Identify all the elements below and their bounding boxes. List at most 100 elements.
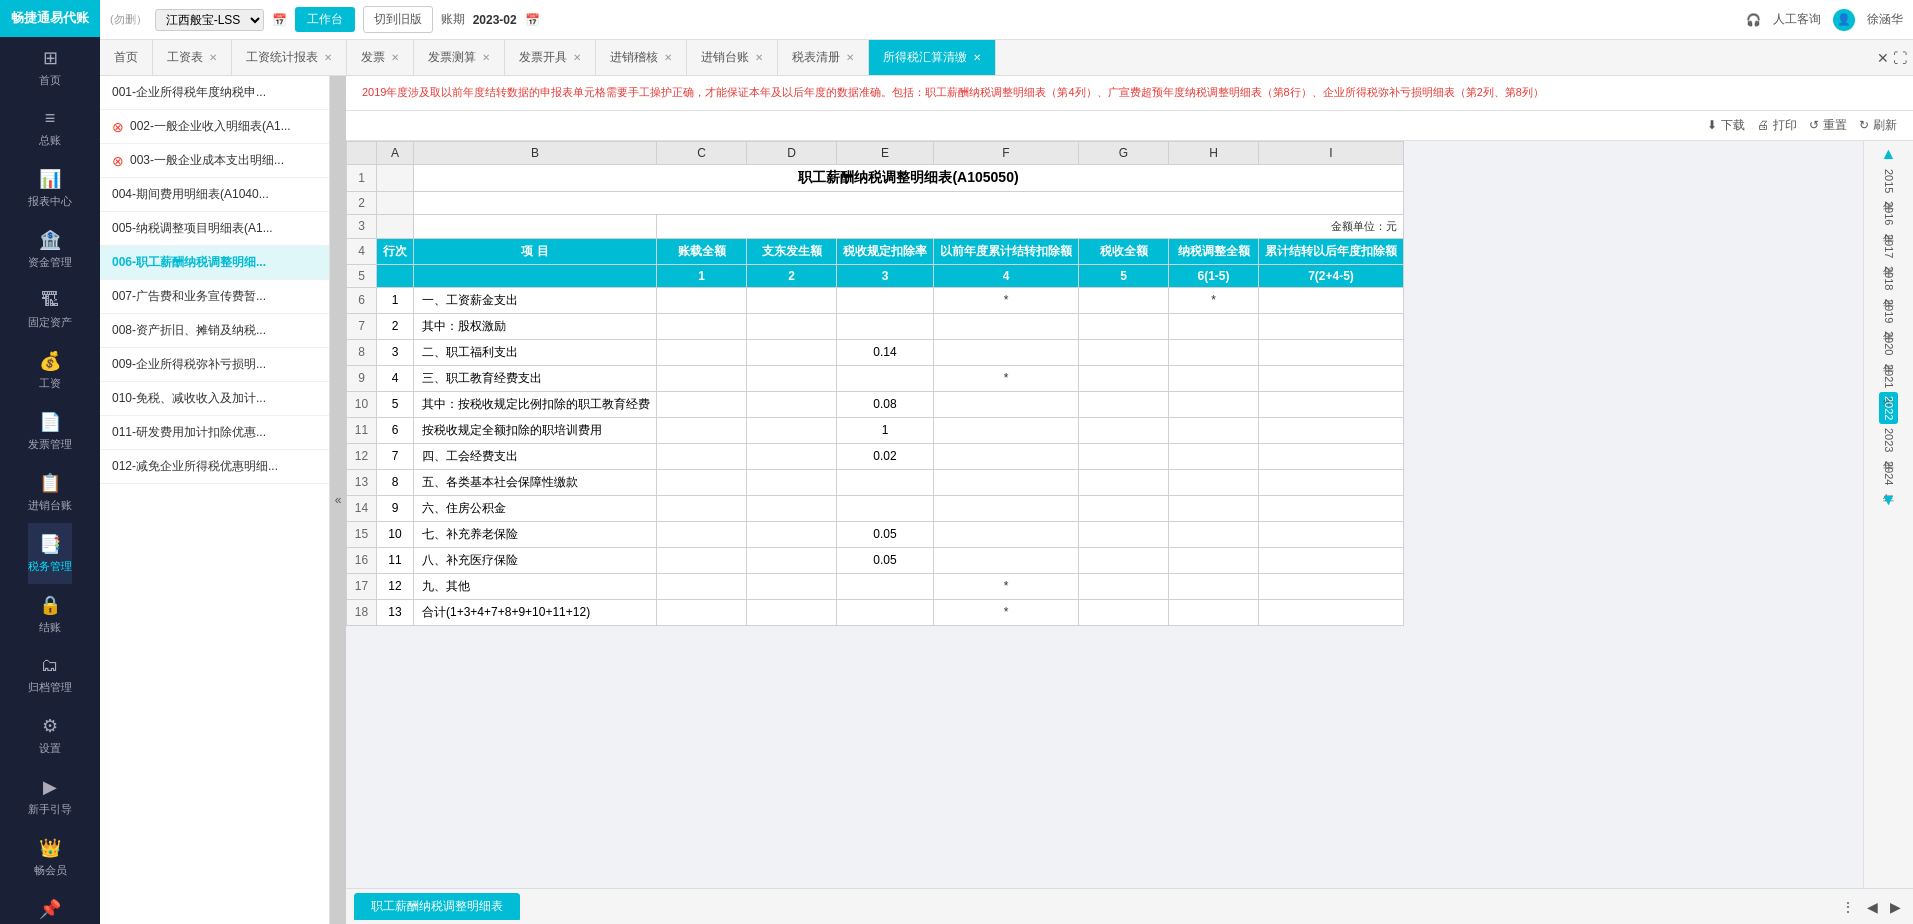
cell-label-2[interactable]: 二、职工福利支出 [414,339,657,365]
cell-d-4[interactable] [747,391,837,417]
sidebar-item-new-guide[interactable]: ▶新手引导 [28,766,72,827]
cell-c-2[interactable] [657,339,747,365]
tab-purchase-ledger[interactable]: 进销台账✕ [687,40,778,75]
tab-close-income-tax[interactable]: ✕ [973,52,981,63]
cell-seq-0[interactable]: 1 [377,287,414,313]
cell-seq-3[interactable]: 4 [377,365,414,391]
cell-d-5[interactable] [747,417,837,443]
cell-g-6[interactable] [1079,443,1169,469]
left-panel-item-005[interactable]: 005-纳税调整项目明细表(A1... [100,212,329,246]
cell-c-8[interactable] [657,495,747,521]
tab-home[interactable]: 首页 [100,40,153,75]
cell-d-2[interactable] [747,339,837,365]
tab-payroll[interactable]: 工资表✕ [153,40,232,75]
cell-d-1[interactable] [747,313,837,339]
cell-h-0[interactable]: * [1169,287,1259,313]
cell-d-0[interactable] [747,287,837,313]
cell-e-9[interactable]: 0.05 [837,521,934,547]
cell-seq-9[interactable]: 10 [377,521,414,547]
cell-f-6[interactable] [934,443,1079,469]
cell-d-11[interactable] [747,573,837,599]
company-select[interactable]: 江西般宝-LSS [155,9,264,31]
period-calendar-icon[interactable]: 📅 [525,13,540,27]
cell-c-3[interactable] [657,365,747,391]
download-button[interactable]: ⬇ 下载 [1707,117,1745,134]
year-item-2020年[interactable]: 2020年 [1879,327,1898,359]
cell-i-2[interactable] [1259,339,1404,365]
cell-h-6[interactable] [1169,443,1259,469]
left-panel-item-007[interactable]: 007-广告费和业务宣传费暂... [100,280,329,314]
cell-i-8[interactable] [1259,495,1404,521]
cell-i-12[interactable] [1259,599,1404,625]
year-item-2018年[interactable]: 2018年 [1879,262,1898,294]
left-panel-item-003[interactable]: ⊗003-一般企业成本支出明细... [100,144,329,178]
sidebar-item-settings[interactable]: ⚙设置 [28,705,72,766]
tab-invoice-open[interactable]: 发票开具✕ [505,40,596,75]
cell-f-0[interactable]: * [934,287,1079,313]
cell-c-9[interactable] [657,521,747,547]
year-down-button[interactable]: ▼ [1881,491,1897,509]
cell-seq-4[interactable]: 5 [377,391,414,417]
cell-label-10[interactable]: 八、补充医疗保险 [414,547,657,573]
cell-i-0[interactable] [1259,287,1404,313]
cell-h-8[interactable] [1169,495,1259,521]
tab-close-tax-clear[interactable]: ✕ [846,52,854,63]
sidebar-item-fixed-asset[interactable]: 🏗固定资产 [28,280,72,340]
tab-close-all[interactable]: ✕ [1877,50,1889,66]
support-label[interactable]: 人工客询 [1773,11,1821,28]
cell-g-10[interactable] [1079,547,1169,573]
cell-g-11[interactable] [1079,573,1169,599]
cell-e-4[interactable]: 0.08 [837,391,934,417]
year-up-button[interactable]: ▲ [1881,145,1897,163]
cell-label-3[interactable]: 三、职工教育经费支出 [414,365,657,391]
cell-seq-6[interactable]: 7 [377,443,414,469]
user-name[interactable]: 徐涵华 [1867,11,1903,28]
tab-close-invoice-open[interactable]: ✕ [573,52,581,63]
cell-h-12[interactable] [1169,599,1259,625]
tab-close-purchase-ledger[interactable]: ✕ [755,52,763,63]
cell-e-12[interactable] [837,599,934,625]
cell-a1[interactable] [377,164,414,191]
cell-label-9[interactable]: 七、补充养老保险 [414,521,657,547]
workspace-button[interactable]: 工作台 [295,7,355,32]
cell-c-6[interactable] [657,443,747,469]
cell-g-5[interactable] [1079,417,1169,443]
cell-c-0[interactable] [657,287,747,313]
sidebar-item-payroll[interactable]: 💰工资 [28,340,72,401]
sidebar-item-ledger[interactable]: ≡总账 [28,98,72,158]
year-item-2023年[interactable]: 2023年 [1879,424,1898,456]
cell-h-4[interactable] [1169,391,1259,417]
cell-d-10[interactable] [747,547,837,573]
scroll-right-arrow[interactable]: ◀ [1863,897,1882,917]
cell-label-6[interactable]: 四、工会经费支出 [414,443,657,469]
cell-c-4[interactable] [657,391,747,417]
cell-f-12[interactable]: * [934,599,1079,625]
year-item-2021年[interactable]: 2021年 [1879,360,1898,392]
cell-c-10[interactable] [657,547,747,573]
tab-maximize[interactable]: ⛶ [1893,50,1907,66]
cell-seq-2[interactable]: 3 [377,339,414,365]
left-panel-item-001[interactable]: 001-企业所得税年度纳税申... [100,76,329,110]
year-item-2016年[interactable]: 2016年 [1879,197,1898,229]
cell-g-4[interactable] [1079,391,1169,417]
cell-g-8[interactable] [1079,495,1169,521]
tab-close-payroll-stats[interactable]: ✕ [324,52,332,63]
cell-d-6[interactable] [747,443,837,469]
bottom-tab-active[interactable]: 职工薪酬纳税调整明细表 [354,893,520,920]
cell-f-9[interactable] [934,521,1079,547]
spreadsheet-container[interactable]: A B C D E F G H I [346,141,1863,888]
cell-seq-7[interactable]: 8 [377,469,414,495]
sidebar-unpin[interactable]: 📌 取消固定 [0,888,100,924]
cell-i-5[interactable] [1259,417,1404,443]
cell-e-10[interactable]: 0.05 [837,547,934,573]
sidebar-item-invoice-mgmt[interactable]: 📄发票管理 [28,401,72,462]
tab-purchase-check[interactable]: 进销稽核✕ [596,40,687,75]
cell-i-3[interactable] [1259,365,1404,391]
cell-i-6[interactable] [1259,443,1404,469]
switch-version-button[interactable]: 切到旧版 [363,6,433,33]
cell-f-11[interactable]: * [934,573,1079,599]
cell-e-11[interactable] [837,573,934,599]
cell-h-1[interactable] [1169,313,1259,339]
sidebar-item-close[interactable]: 🔒结账 [28,584,72,645]
cell-label-7[interactable]: 五、各类基本社会保障性缴款 [414,469,657,495]
